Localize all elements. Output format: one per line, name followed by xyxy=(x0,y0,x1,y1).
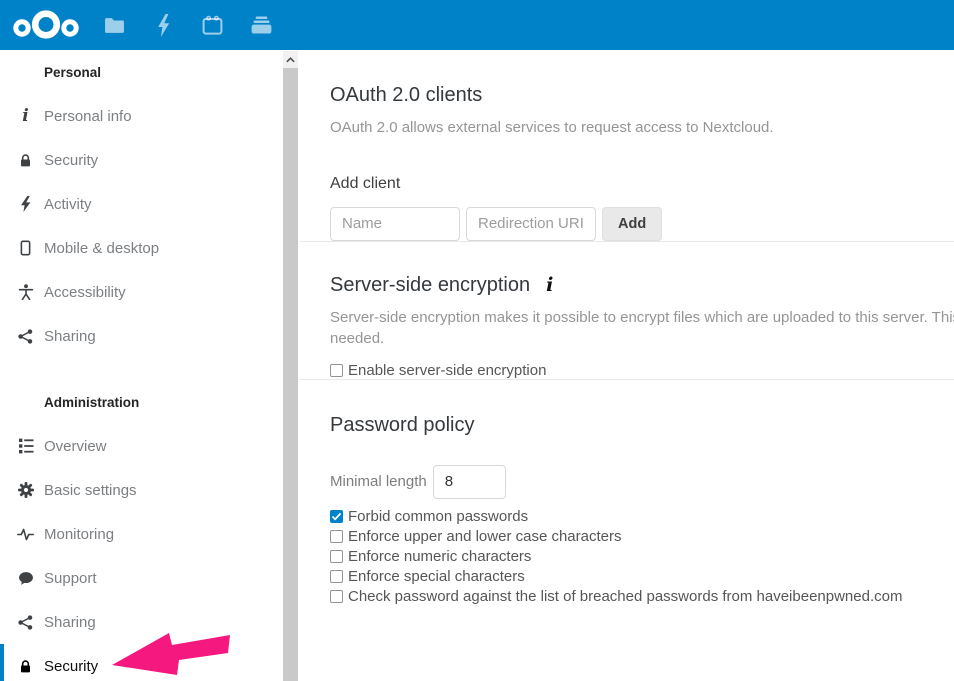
enforce-numeric-checkbox[interactable]: Enforce numeric characters xyxy=(330,547,954,567)
sidebar-item-label: Accessibility xyxy=(44,284,126,301)
sidebar-item-basic-settings[interactable]: Basic settings xyxy=(0,468,300,512)
sidebar-item-label: Personal info xyxy=(44,108,132,125)
accessibility-icon xyxy=(17,284,34,301)
checkbox-label: Check password against the list of breac… xyxy=(348,588,902,605)
enforce-upper-lower-checkbox[interactable]: Enforce upper and lower case characters xyxy=(330,527,954,547)
checkbox-unchecked-icon xyxy=(330,550,343,563)
calendar-icon[interactable] xyxy=(188,0,237,50)
checkbox-label: Enforce numeric characters xyxy=(348,548,531,565)
forbid-common-passwords-checkbox[interactable]: Forbid common passwords xyxy=(330,507,954,527)
sidebar-item-label: Basic settings xyxy=(44,482,137,499)
enforce-special-checkbox[interactable]: Enforce special characters xyxy=(330,567,954,587)
checkbox-unchecked-icon xyxy=(330,590,343,603)
password-policy-checkboxes: Forbid common passwords Enforce upper an… xyxy=(330,507,954,607)
chat-icon xyxy=(17,570,34,587)
password-policy-title: Password policy xyxy=(330,412,954,439)
checkbox-label: Enable server-side encryption xyxy=(348,362,546,379)
phone-icon xyxy=(17,240,34,257)
oauth-section: OAuth 2.0 clients OAuth 2.0 allows exter… xyxy=(300,50,954,241)
share-icon xyxy=(17,614,34,631)
minimal-length-label: Minimal length xyxy=(330,473,427,490)
app-window: Personal i Personal info Security Activi… xyxy=(0,0,954,681)
app-navigation xyxy=(90,0,286,50)
check-breached-passwords-checkbox[interactable]: Check password against the list of breac… xyxy=(330,587,954,607)
settings-content: OAuth 2.0 clients OAuth 2.0 allows exter… xyxy=(300,50,954,681)
sidebar-item-support[interactable]: Support xyxy=(0,556,300,600)
checkbox-unchecked-icon xyxy=(330,530,343,543)
add-client-button[interactable]: Add xyxy=(602,207,662,241)
deck-icon[interactable] xyxy=(237,0,286,50)
sidebar-scrollbar xyxy=(283,51,298,681)
add-client-form: Add xyxy=(330,207,954,241)
scrollbar-thumb[interactable] xyxy=(283,68,298,681)
checkbox-unchecked-icon xyxy=(330,364,343,377)
sidebar-item-monitoring[interactable]: Monitoring xyxy=(0,512,300,556)
nextcloud-logo-icon[interactable] xyxy=(11,6,81,44)
add-client-heading: Add client xyxy=(330,175,954,193)
sidebar-item-label: Activity xyxy=(44,196,92,213)
list-icon xyxy=(17,438,34,455)
enable-encryption-checkbox[interactable]: Enable server-side encryption xyxy=(330,363,954,379)
sidebar-item-label: Overview xyxy=(44,438,107,455)
sidebar-item-label: Sharing xyxy=(44,328,96,345)
sidebar-item-label: Mobile & desktop xyxy=(44,240,159,257)
top-header-bar xyxy=(0,0,954,50)
redirection-uri-input[interactable] xyxy=(466,207,596,241)
encryption-title: Server-side encryption xyxy=(330,272,530,299)
sidebar-item-sharing-admin[interactable]: Sharing xyxy=(0,600,300,644)
folder-icon[interactable] xyxy=(90,0,139,50)
sidebar-item-sharing-personal[interactable]: Sharing xyxy=(0,314,300,358)
info-icon[interactable]: i xyxy=(546,277,553,294)
oauth-title: OAuth 2.0 clients xyxy=(330,82,954,109)
sidebar-item-overview[interactable]: Overview xyxy=(0,424,300,468)
sidebar-item-mobile-desktop[interactable]: Mobile & desktop xyxy=(0,226,300,270)
password-policy-section: Password policy Minimal length Forbid co… xyxy=(300,380,954,607)
encryption-description-line1: Server-side encryption makes it possible… xyxy=(330,307,954,329)
share-icon xyxy=(17,328,34,345)
sidebar-item-security-personal[interactable]: Security xyxy=(0,138,300,182)
checkbox-label: Forbid common passwords xyxy=(348,508,528,525)
client-name-input[interactable] xyxy=(330,207,460,241)
checkbox-label: Enforce special characters xyxy=(348,568,525,585)
lock-icon xyxy=(17,152,34,169)
sidebar-item-label: Support xyxy=(44,570,97,587)
scroll-up-button[interactable] xyxy=(283,51,298,68)
sidebar-section-personal: Personal xyxy=(0,50,300,94)
lightning-icon[interactable] xyxy=(139,0,188,50)
info-icon: i xyxy=(17,108,34,125)
sidebar-item-activity[interactable]: Activity xyxy=(0,182,300,226)
sidebar-item-accessibility[interactable]: Accessibility xyxy=(0,270,300,314)
minimal-length-input[interactable] xyxy=(433,465,506,499)
lightning-icon xyxy=(17,196,34,213)
gear-icon xyxy=(17,482,34,499)
sidebar-item-label: Security xyxy=(44,658,98,675)
checkbox-label: Enforce upper and lower case characters xyxy=(348,528,621,545)
sidebar-item-personal-info[interactable]: i Personal info xyxy=(0,94,300,138)
monitoring-icon xyxy=(17,526,34,543)
oauth-description: OAuth 2.0 allows external services to re… xyxy=(330,117,954,139)
checkbox-checked-icon xyxy=(330,510,343,523)
sidebar-item-label: Sharing xyxy=(44,614,96,631)
sidebar-item-label: Monitoring xyxy=(44,526,114,543)
settings-sidebar: Personal i Personal info Security Activi… xyxy=(0,50,300,681)
lock-icon xyxy=(17,658,34,675)
sidebar-item-security-admin[interactable]: Security xyxy=(0,644,300,681)
sidebar-section-administration: Administration xyxy=(0,380,300,424)
minimal-length-row: Minimal length xyxy=(330,465,954,499)
encryption-section: Server-side encryption i Server-side enc… xyxy=(300,242,954,379)
checkbox-unchecked-icon xyxy=(330,570,343,583)
sidebar-item-label: Security xyxy=(44,152,98,169)
encryption-description-line2: needed. xyxy=(330,328,954,350)
